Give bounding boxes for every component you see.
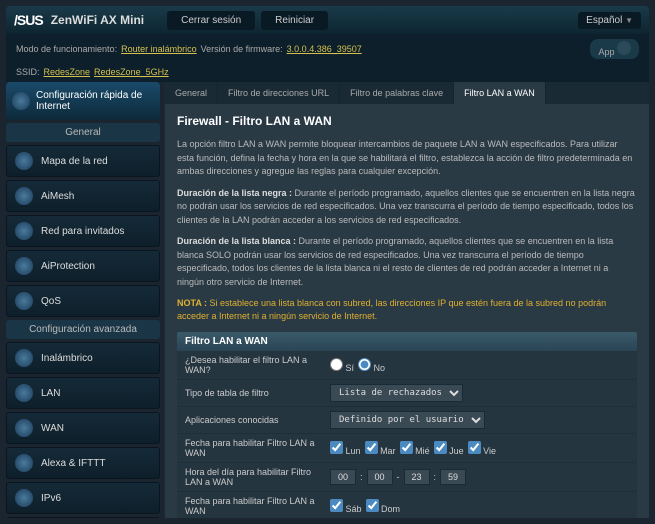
logout-button[interactable]: Cerrar sesión bbox=[167, 11, 255, 30]
quick-setup-icon bbox=[12, 92, 30, 110]
tab-general[interactable]: General bbox=[165, 82, 218, 104]
tab-lan-wan-filter[interactable]: Filtro LAN a WAN bbox=[454, 82, 546, 104]
alexa-icon bbox=[15, 454, 33, 472]
description-blacklist: Duración de la lista negra : Durante el … bbox=[177, 187, 637, 228]
time1-start-m[interactable] bbox=[367, 469, 393, 485]
date-enable-2-label: Fecha para habilitar Filtro LAN a WAN bbox=[185, 496, 330, 516]
mesh-icon bbox=[15, 187, 33, 205]
sidebar-item-aimesh[interactable]: AiMesh bbox=[6, 180, 160, 212]
main-panel: General Filtro de direcciones URL Filtro… bbox=[164, 82, 649, 518]
quick-setup-label: Configuración rápida de Internet bbox=[36, 90, 154, 112]
top-bar: /SUS ZenWiFi AX Mini Cerrar sesión Reini… bbox=[6, 6, 649, 34]
sidebar-item-qos[interactable]: QoS bbox=[6, 285, 160, 317]
day-sat[interactable]: Sáb bbox=[330, 499, 362, 514]
description-intro: La opción filtro LAN a WAN permite bloqu… bbox=[177, 138, 637, 179]
day-wed[interactable]: Mié bbox=[400, 441, 430, 456]
quick-setup-button[interactable]: Configuración rápida de Internet bbox=[6, 82, 160, 120]
tab-url-filter[interactable]: Filtro de direcciones URL bbox=[218, 82, 340, 104]
product-name: ZenWiFi AX Mini bbox=[51, 13, 144, 27]
sidebar-item-aiprotection[interactable]: AiProtection bbox=[6, 250, 160, 282]
enable-filter-label: ¿Desea habilitar el filtro LAN a WAN? bbox=[185, 355, 330, 375]
sidebar: Configuración rápida de Internet General… bbox=[6, 82, 164, 518]
day-mon[interactable]: Lun bbox=[330, 441, 361, 456]
sidebar-item-label: Red para invitados bbox=[41, 226, 124, 237]
guest-icon bbox=[15, 222, 33, 240]
table-type-label: Tipo de tabla de filtro bbox=[185, 388, 330, 398]
note-text: NOTA : Si establece una lista blanca con… bbox=[177, 297, 637, 322]
mode-value-link[interactable]: Router inalámbrico bbox=[121, 44, 197, 54]
sidebar-item-alexa[interactable]: Alexa & IFTTT bbox=[6, 447, 160, 479]
brand-logo: /SUS bbox=[14, 12, 43, 28]
page-title: Firewall - Filtro LAN a WAN bbox=[177, 114, 637, 128]
sidebar-item-label: Inalámbrico bbox=[41, 353, 93, 364]
section-filter-header: Filtro LAN a WAN bbox=[177, 332, 637, 351]
sidebar-item-label: WAN bbox=[41, 423, 64, 434]
gauge-icon bbox=[15, 292, 33, 310]
app-icon bbox=[617, 41, 631, 55]
sidebar-item-lan[interactable]: LAN bbox=[6, 377, 160, 409]
app-button[interactable]: App bbox=[590, 39, 639, 59]
day-fri[interactable]: Vie bbox=[468, 441, 496, 456]
radio-yes[interactable]: Sí bbox=[330, 358, 354, 373]
sidebar-item-ipv6[interactable]: IPv6 bbox=[6, 482, 160, 514]
sidebar-item-label: AiMesh bbox=[41, 191, 74, 202]
sidebar-item-label: AiProtection bbox=[41, 261, 95, 272]
ssid1-link[interactable]: RedesZone bbox=[44, 67, 91, 77]
sidebar-item-label: LAN bbox=[41, 388, 60, 399]
sidebar-item-wireless[interactable]: Inalámbrico bbox=[6, 342, 160, 374]
mode-label: Modo de funcionamiento: bbox=[16, 44, 117, 54]
time1-end-m[interactable] bbox=[440, 469, 466, 485]
sidebar-item-vpn[interactable]: VPN bbox=[6, 517, 160, 518]
info-bar: Modo de funcionamiento: Router inalámbri… bbox=[6, 34, 649, 82]
globe-icon bbox=[15, 152, 33, 170]
sidebar-item-wan[interactable]: WAN bbox=[6, 412, 160, 444]
ssid2-link[interactable]: RedesZone_5GHz bbox=[94, 67, 169, 77]
ipv6-icon bbox=[15, 489, 33, 507]
language-select[interactable]: Español ▼ bbox=[578, 12, 641, 29]
wifi-icon bbox=[15, 349, 33, 367]
description-whitelist: Duración de la lista blanca : Durante el… bbox=[177, 235, 637, 289]
tab-bar: General Filtro de direcciones URL Filtro… bbox=[165, 82, 649, 104]
fw-label: Versión de firmware: bbox=[201, 44, 283, 54]
sidebar-item-label: Alexa & IFTTT bbox=[41, 458, 105, 469]
sidebar-header-general: General bbox=[6, 123, 160, 142]
fw-value-link[interactable]: 3.0.0.4.386_39507 bbox=[287, 44, 362, 54]
day-sun[interactable]: Dom bbox=[366, 499, 401, 514]
lan-icon bbox=[15, 384, 33, 402]
date-enable-1-label: Fecha para habilitar Filtro LAN a WAN bbox=[185, 438, 330, 458]
day-tue[interactable]: Mar bbox=[365, 441, 396, 456]
sidebar-item-network-map[interactable]: Mapa de la red bbox=[6, 145, 160, 177]
chevron-down-icon: ▼ bbox=[625, 16, 633, 25]
time-enable-1-label: Hora del día para habilitar Filtro LAN a… bbox=[185, 467, 330, 487]
day-thu[interactable]: Jue bbox=[434, 441, 464, 456]
radio-no[interactable]: No bbox=[358, 358, 385, 373]
wan-icon bbox=[15, 419, 33, 437]
ssid-label: SSID: bbox=[16, 67, 40, 77]
time1-end-h[interactable] bbox=[404, 469, 430, 485]
sidebar-item-label: Mapa de la red bbox=[41, 156, 108, 167]
sidebar-header-advanced: Configuración avanzada bbox=[6, 320, 160, 339]
sidebar-item-guest[interactable]: Red para invitados bbox=[6, 215, 160, 247]
known-apps-label: Aplicaciones conocidas bbox=[185, 415, 330, 425]
shield-icon bbox=[15, 257, 33, 275]
sidebar-item-label: QoS bbox=[41, 296, 61, 307]
reboot-button[interactable]: Reiniciar bbox=[261, 11, 328, 30]
sidebar-item-label: IPv6 bbox=[41, 493, 61, 504]
known-apps-select[interactable]: Definido por el usuario bbox=[330, 411, 485, 429]
tab-keyword-filter[interactable]: Filtro de palabras clave bbox=[340, 82, 454, 104]
table-type-select[interactable]: Lista de rechazados bbox=[330, 384, 463, 402]
time1-start-h[interactable] bbox=[330, 469, 356, 485]
